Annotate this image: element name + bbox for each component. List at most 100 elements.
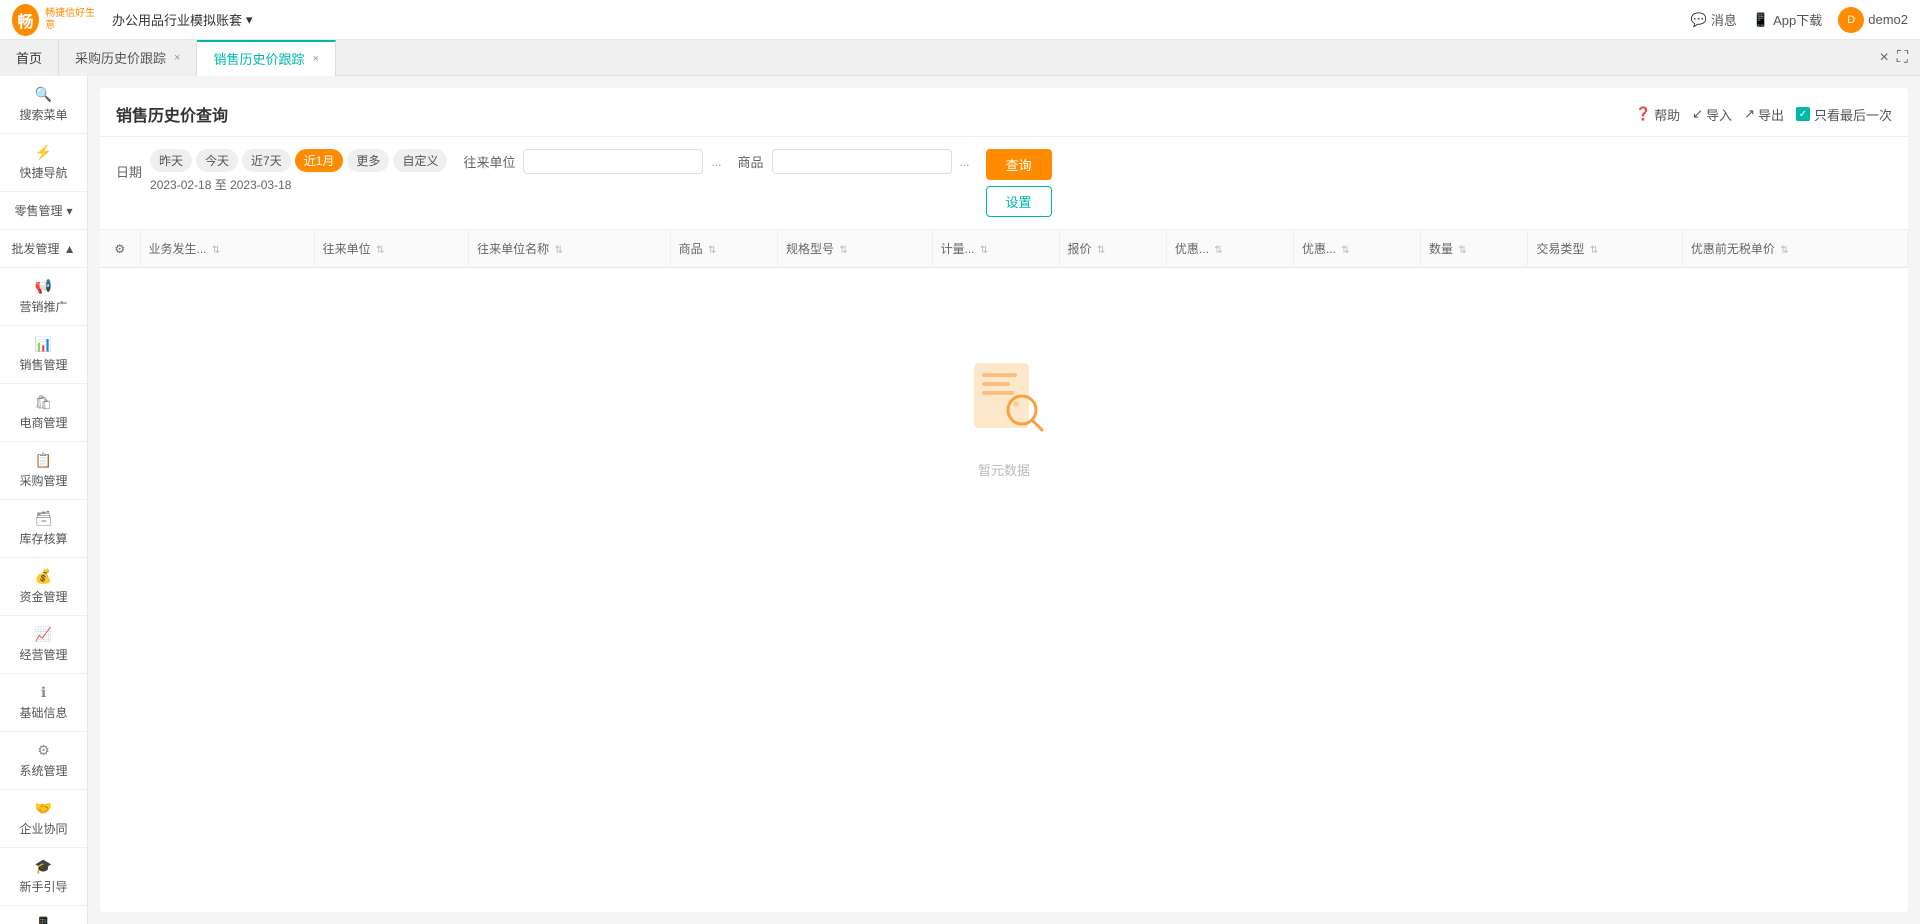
checkbox-checked-icon: ✓ bbox=[1796, 107, 1810, 121]
sidebar-item-new-guide[interactable]: 🎓 新手引导 bbox=[0, 848, 87, 906]
tab-sales-history[interactable]: 销售历史价跟踪 × bbox=[197, 40, 335, 76]
th-partner-name-label: 往来单位名称 bbox=[477, 242, 549, 256]
th-quote[interactable]: 报价 ⇅ bbox=[1059, 230, 1166, 268]
message-btn[interactable]: 💬 消息 bbox=[1691, 10, 1737, 29]
product-dots-btn[interactable]: ... bbox=[960, 155, 970, 169]
sort-pretax-price-icon: ⇅ bbox=[1780, 245, 1788, 256]
query-btn[interactable]: 查询 bbox=[986, 149, 1052, 180]
sidebar-item-app-center[interactable]: 📱 应用中心 bbox=[0, 906, 87, 924]
purchase-history-tab-label: 采购历史价跟踪 bbox=[75, 48, 166, 67]
settings-btn[interactable]: 设置 bbox=[986, 186, 1052, 217]
sidebar-item-retail[interactable]: 零售管理 ▾ bbox=[0, 192, 87, 230]
close-sales-tab-icon[interactable]: × bbox=[312, 53, 318, 65]
sidebar-item-inventory[interactable]: 🗃 库存核算 bbox=[0, 500, 87, 558]
date-filter-label: 日期 bbox=[116, 162, 142, 181]
sort-unit-icon: ⇅ bbox=[980, 245, 988, 256]
th-partner-code[interactable]: 往来单位 ⇅ bbox=[314, 230, 468, 268]
sidebar-item-system[interactable]: ⚙ 系统管理 bbox=[0, 732, 87, 790]
marketing-icon: 📢 bbox=[35, 278, 52, 295]
user-area[interactable]: D demo2 bbox=[1838, 7, 1908, 33]
sidebar-label-inventory: 库存核算 bbox=[19, 530, 67, 547]
th-discount1[interactable]: 优惠... ⇅ bbox=[1166, 230, 1293, 268]
sidebar-item-finance[interactable]: 💰 资金管理 bbox=[0, 558, 87, 616]
empty-icon bbox=[954, 348, 1054, 448]
th-quantity-label: 数量 bbox=[1429, 242, 1453, 256]
th-product[interactable]: 商品 ⇅ bbox=[670, 230, 777, 268]
tab-purchase-history[interactable]: 采购历史价跟踪 × bbox=[59, 40, 197, 76]
th-settings[interactable]: ⚙ bbox=[100, 230, 140, 268]
app-download-btn[interactable]: 📱 App下载 bbox=[1753, 10, 1822, 29]
only-last-checkbox[interactable]: ✓ 只看最后一次 bbox=[1796, 105, 1892, 124]
sidebar-item-ecommerce[interactable]: 🛍 电商管理 bbox=[0, 384, 87, 442]
app-selector-label: 办公用品行业模拟账套 bbox=[112, 10, 242, 29]
sidebar-label-enterprise: 企业协同 bbox=[19, 820, 67, 837]
export-btn[interactable]: ↗ 导出 bbox=[1744, 105, 1784, 124]
sidebar-label-retail: 零售管理 bbox=[14, 202, 62, 219]
sidebar-label-finance: 资金管理 bbox=[19, 588, 67, 605]
page-actions: ❓ 帮助 ↙ 导入 ↗ 导出 ✓ 只看最后一次 bbox=[1635, 105, 1892, 124]
sidebar-item-marketing[interactable]: 📢 营销推广 bbox=[0, 268, 87, 326]
home-tab-label: 首页 bbox=[16, 48, 42, 67]
close-purchase-tab-icon[interactable]: × bbox=[174, 52, 180, 64]
maximize-window-btn[interactable]: ⛶ bbox=[1897, 49, 1908, 67]
sales-icon: 📊 bbox=[35, 336, 52, 353]
top-bar: 畅 畅捷信好生意 办公用品行业模拟账套 ▾ 💬 消息 📱 App下载 D dem… bbox=[0, 0, 1920, 40]
sidebar-label-basic-info: 基础信息 bbox=[19, 704, 67, 721]
th-quantity[interactable]: 数量 ⇅ bbox=[1420, 230, 1527, 268]
product-input[interactable] bbox=[772, 149, 952, 174]
sidebar-item-operations[interactable]: 📈 经营管理 bbox=[0, 616, 87, 674]
chevron-wholesale-icon: ▲ bbox=[64, 242, 76, 256]
th-pretax-price[interactable]: 优惠前无税单价 ⇅ bbox=[1682, 230, 1907, 268]
operations-icon: 📈 bbox=[35, 626, 52, 643]
date-today-btn[interactable]: 今天 bbox=[196, 149, 238, 172]
top-bar-left: 畅 畅捷信好生意 办公用品行业模拟账套 ▾ bbox=[12, 4, 261, 36]
help-btn[interactable]: ❓ 帮助 bbox=[1635, 105, 1680, 124]
sidebar-item-basic-info[interactable]: ℹ 基础信息 bbox=[0, 674, 87, 732]
th-unit[interactable]: 计量... ⇅ bbox=[932, 230, 1059, 268]
avatar: D bbox=[1838, 7, 1864, 33]
th-trade-type[interactable]: 交易类型 ⇅ bbox=[1528, 230, 1682, 268]
import-icon: ↙ bbox=[1692, 106, 1703, 122]
date-yesterday-btn[interactable]: 昨天 bbox=[150, 149, 192, 172]
info-icon: ℹ bbox=[41, 684, 46, 701]
close-window-btn[interactable]: × bbox=[1879, 49, 1888, 67]
sidebar-item-sales[interactable]: 📊 销售管理 bbox=[0, 326, 87, 384]
empty-state: 暂元数据 bbox=[100, 268, 1908, 559]
sidebar-label-operations: 经营管理 bbox=[19, 646, 67, 663]
th-discount2[interactable]: 优惠... ⇅ bbox=[1293, 230, 1420, 268]
sidebar-item-quick-nav[interactable]: ⚡ 快捷导航 bbox=[0, 134, 87, 192]
sidebar-label-wholesale: 批发管理 bbox=[12, 240, 60, 257]
sidebar-label-sales: 销售管理 bbox=[19, 356, 67, 373]
sidebar-item-wholesale[interactable]: 批发管理 ▲ bbox=[0, 230, 87, 268]
column-settings-icon[interactable]: ⚙ bbox=[114, 242, 125, 256]
sidebar-item-purchase[interactable]: 📋 采购管理 bbox=[0, 442, 87, 500]
date-7days-btn[interactable]: 近7天 bbox=[242, 149, 291, 172]
date-more-btn[interactable]: 更多 bbox=[347, 149, 389, 172]
page-title: 销售历史价查询 bbox=[116, 102, 228, 126]
app-selector[interactable]: 办公用品行业模拟账套 ▾ bbox=[104, 6, 261, 33]
chevron-down-icon: ▾ bbox=[246, 12, 253, 28]
sort-spec-icon: ⇅ bbox=[839, 245, 847, 256]
partner-dots-btn[interactable]: ... bbox=[711, 155, 721, 169]
import-btn[interactable]: ↙ 导入 bbox=[1692, 105, 1732, 124]
data-table: ⚙ 业务发生... ⇅ 往来单位 ⇅ 往来单位名称 bbox=[100, 230, 1908, 268]
date-filter-group: 日期 昨天 今天 近7天 近1月 更多 自定义 2023-02-18 至 202… bbox=[116, 149, 447, 193]
th-partner-name[interactable]: 往来单位名称 ⇅ bbox=[469, 230, 671, 268]
tab-home[interactable]: 首页 bbox=[0, 40, 59, 76]
logo-area: 畅 畅捷信好生意 bbox=[12, 4, 96, 36]
sort-partner-code-icon: ⇅ bbox=[376, 245, 384, 256]
product-label: 商品 bbox=[737, 152, 763, 171]
th-biz-date[interactable]: 业务发生... ⇅ bbox=[140, 230, 314, 268]
date-1month-btn[interactable]: 近1月 bbox=[295, 149, 344, 172]
guide-icon: 🎓 bbox=[35, 858, 52, 875]
sidebar-label-quicknav: 快捷导航 bbox=[19, 164, 67, 181]
th-spec[interactable]: 规格型号 ⇅ bbox=[778, 230, 932, 268]
partner-input[interactable] bbox=[523, 149, 703, 174]
page-container: 销售历史价查询 ❓ 帮助 ↙ 导入 ↗ 导出 ✓ bbox=[100, 88, 1908, 912]
sidebar-item-enterprise[interactable]: 🤝 企业协同 bbox=[0, 790, 87, 848]
search-icon: 🔍 bbox=[35, 86, 52, 103]
logo-icon: 畅 bbox=[12, 4, 39, 36]
date-custom-btn[interactable]: 自定义 bbox=[393, 149, 447, 172]
sidebar-item-search-menu[interactable]: 🔍 搜索菜单 bbox=[0, 76, 87, 134]
partner-label: 往来单位 bbox=[463, 152, 515, 171]
